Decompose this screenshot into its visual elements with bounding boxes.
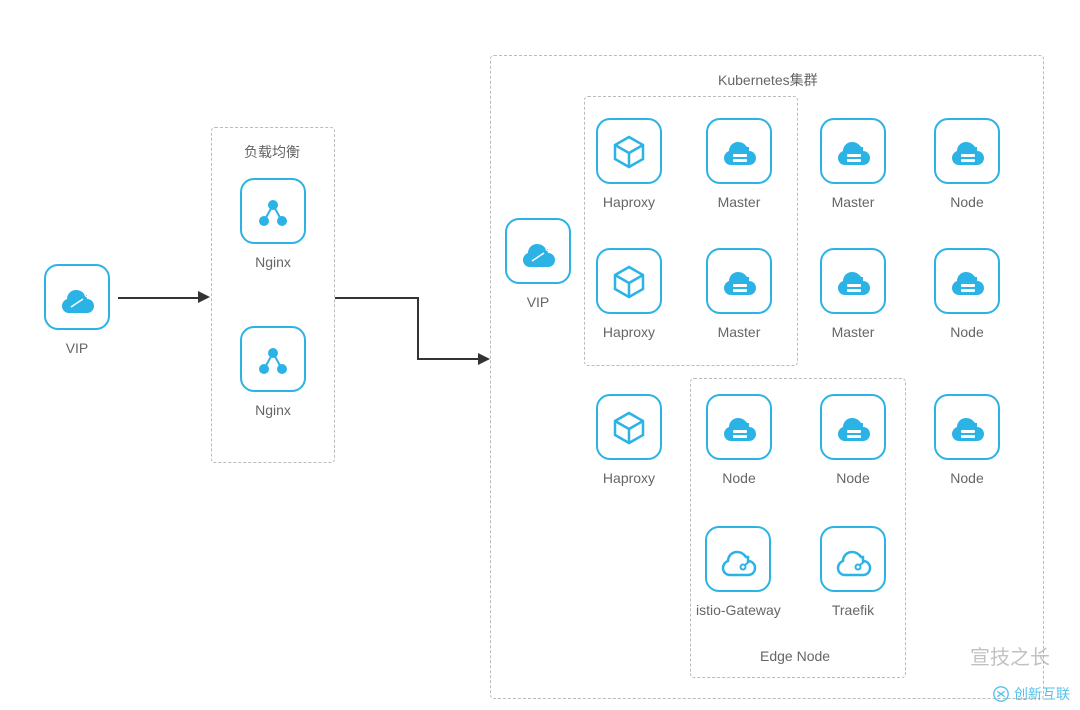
cloud-server-icon bbox=[820, 248, 886, 314]
arrow-vip-to-lb bbox=[118, 297, 200, 299]
nginx-2: Nginx bbox=[240, 326, 306, 418]
watermark-logo-icon bbox=[992, 685, 1010, 703]
cloud-server-icon bbox=[706, 394, 772, 460]
cloud-icon bbox=[44, 264, 110, 330]
cloud-server-icon bbox=[820, 394, 886, 460]
node-1-label: Node bbox=[934, 194, 1000, 210]
cloud-server-icon bbox=[934, 248, 1000, 314]
arrow-lb-out-h2 bbox=[417, 358, 480, 360]
lb-group-title: 负载均衡 bbox=[244, 142, 300, 162]
traefik: Traefik bbox=[820, 526, 886, 618]
watermark-text-1: 宣技之长 bbox=[970, 641, 1050, 670]
master-1: Master bbox=[706, 118, 772, 210]
haproxy-2-label: Haproxy bbox=[596, 324, 662, 340]
node-2: Node bbox=[934, 248, 1000, 340]
nginx-1-label: Nginx bbox=[240, 254, 306, 270]
node-outer: Node bbox=[934, 394, 1000, 486]
edge-node-2: Node bbox=[820, 394, 886, 486]
loadbalancer-icon bbox=[240, 178, 306, 244]
cube-icon bbox=[596, 118, 662, 184]
cloud-server-icon bbox=[934, 118, 1000, 184]
master-4-label: Master bbox=[820, 324, 886, 340]
nginx-2-label: Nginx bbox=[240, 402, 306, 418]
arrow-head-icon bbox=[198, 291, 210, 303]
arrow-head-icon bbox=[478, 353, 490, 365]
haproxy-3: Haproxy bbox=[596, 394, 662, 486]
watermark-text-2: 创新互联 bbox=[992, 684, 1070, 704]
master-3: Master bbox=[820, 118, 886, 210]
istio-gateway: istio-Gateway bbox=[696, 526, 781, 618]
cloud-icon bbox=[820, 526, 886, 592]
haproxy-3-label: Haproxy bbox=[596, 470, 662, 486]
vip-left-label: VIP bbox=[44, 340, 110, 356]
haproxy-1-label: Haproxy bbox=[596, 194, 662, 210]
master-4: Master bbox=[820, 248, 886, 340]
cube-icon bbox=[596, 248, 662, 314]
arrow-lb-out-v bbox=[417, 297, 419, 360]
haproxy-2: Haproxy bbox=[596, 248, 662, 340]
cloud-server-icon bbox=[706, 248, 772, 314]
cube-icon bbox=[596, 394, 662, 460]
cloud-icon bbox=[705, 526, 771, 592]
cloud-server-icon bbox=[820, 118, 886, 184]
node-outer-label: Node bbox=[934, 470, 1000, 486]
master-2-label: Master bbox=[706, 324, 772, 340]
cloud-server-icon bbox=[934, 394, 1000, 460]
master-3-label: Master bbox=[820, 194, 886, 210]
master-2: Master bbox=[706, 248, 772, 340]
edge-node-1-label: Node bbox=[706, 470, 772, 486]
edge-node-1: Node bbox=[706, 394, 772, 486]
vip-left: VIP bbox=[44, 264, 110, 356]
node-2-label: Node bbox=[934, 324, 1000, 340]
istio-gateway-label: istio-Gateway bbox=[696, 602, 781, 618]
edge-node-2-label: Node bbox=[820, 470, 886, 486]
edge-node-title: Edge Node bbox=[760, 648, 830, 664]
master-1-label: Master bbox=[706, 194, 772, 210]
arrow-lb-out-h1 bbox=[335, 297, 419, 299]
cloud-server-icon bbox=[706, 118, 772, 184]
node-1: Node bbox=[934, 118, 1000, 210]
nginx-1: Nginx bbox=[240, 178, 306, 270]
haproxy-1: Haproxy bbox=[596, 118, 662, 210]
traefik-label: Traefik bbox=[820, 602, 886, 618]
k8s-cluster-title: Kubernetes集群 bbox=[718, 70, 818, 90]
loadbalancer-icon bbox=[240, 326, 306, 392]
